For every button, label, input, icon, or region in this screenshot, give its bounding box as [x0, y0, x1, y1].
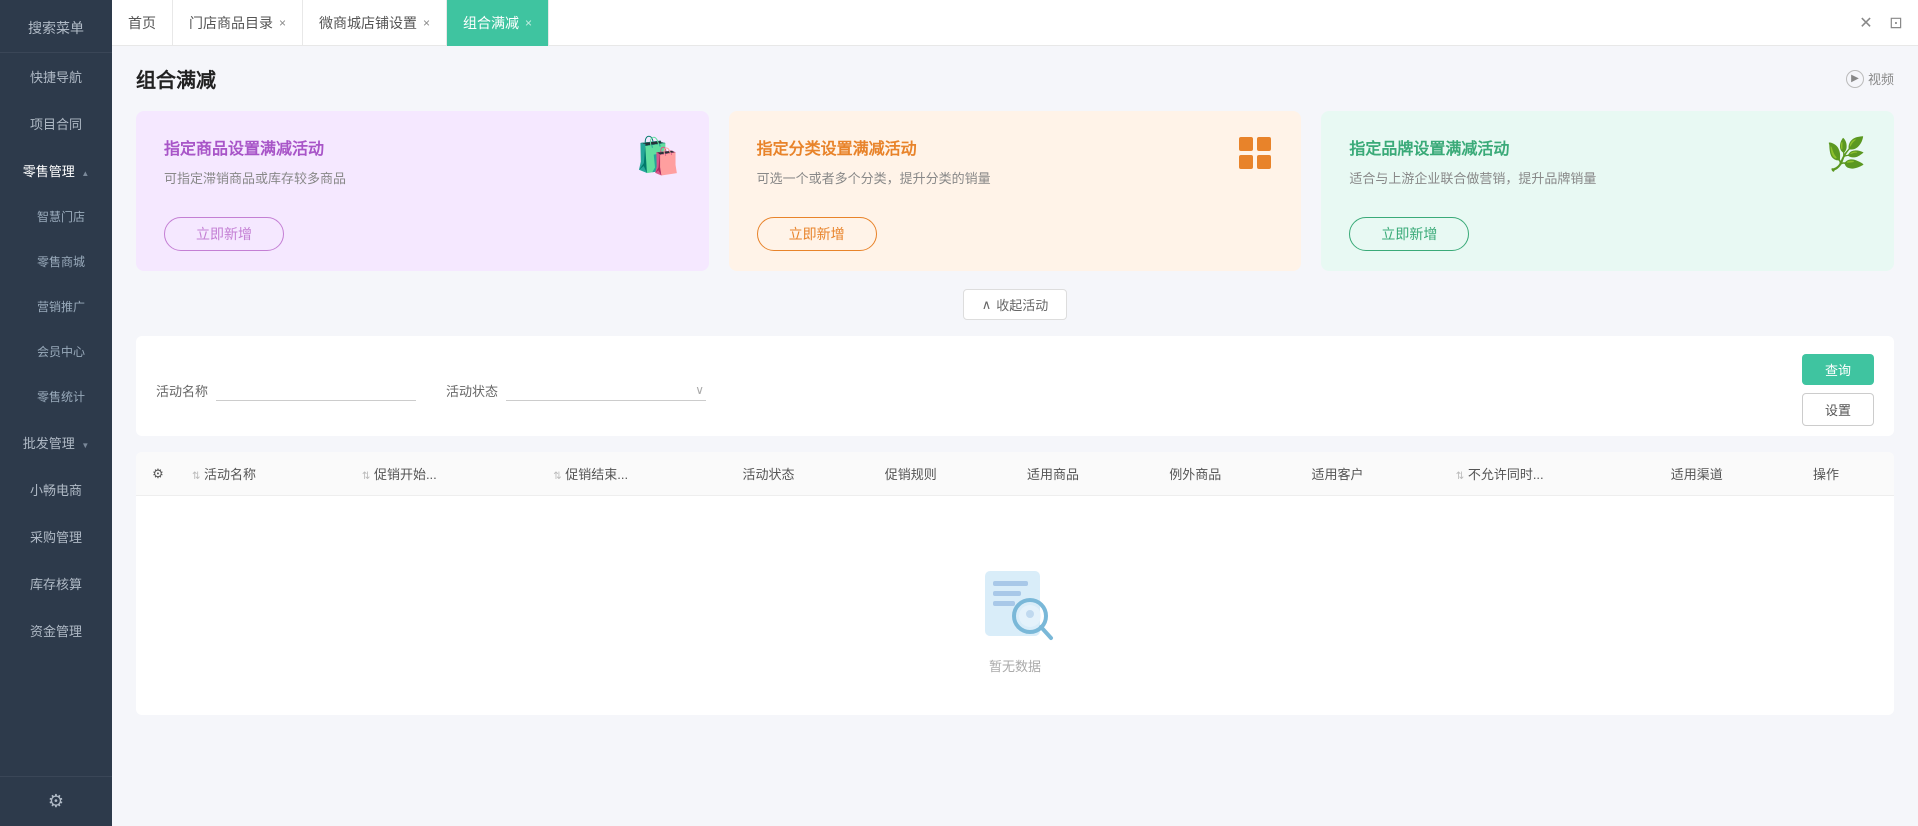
filter-buttons: 查询 设置 [1802, 354, 1874, 426]
sidebar-settings-btn[interactable]: ⚙ [0, 776, 112, 826]
sidebar-item-finance-mgmt[interactable]: 资金管理 [0, 607, 112, 654]
tab-home[interactable]: 首页 [112, 0, 173, 46]
card-goods-btn[interactable]: 立即新增 [164, 217, 284, 251]
settings-button[interactable]: 设置 [1802, 393, 1874, 426]
tab-close-wechat-store[interactable]: × [423, 16, 430, 30]
activity-name-input[interactable] [216, 379, 416, 401]
table-body: 暂无数据 [136, 496, 1894, 716]
card-brand-title: 指定品牌设置满减活动 [1349, 135, 1866, 159]
sidebar-item-retail-mall[interactable]: 零售商城 [0, 239, 112, 284]
window-close-icon[interactable]: ✕ [1856, 13, 1876, 33]
sort-icon: ⇅ [192, 471, 200, 482]
card-goods-title: 指定商品设置满减活动 [164, 135, 681, 159]
gear-icon: ⚙ [152, 466, 164, 481]
card-goods-icon: 🛍️ [636, 135, 681, 177]
th-applicable-channel: 适用渠道 [1661, 452, 1803, 496]
collapse-arrow-icon: ∧ [982, 297, 992, 313]
sidebar-item-xch-ecom[interactable]: 小畅电商 [0, 466, 112, 513]
card-brand: 指定品牌设置满减活动 🌿 适合与上游企业联合做营销，提升品牌销量 立即新增 [1321, 111, 1894, 271]
sidebar-item-wholesale-mgmt[interactable]: 批发管理 [0, 419, 112, 466]
th-exception-goods: 例外商品 [1159, 452, 1301, 496]
tab-bar-controls: ✕ ⊡ [1856, 13, 1918, 33]
th-name[interactable]: ⇅ 活动名称 [180, 452, 350, 496]
page-title: 组合满减 [136, 64, 216, 93]
tab-combo-discount[interactable]: 组合满减 × [447, 0, 549, 46]
empty-text: 暂无数据 [989, 656, 1041, 675]
filter-row: 活动名称 活动状态 ∨ 查询 设置 [136, 336, 1894, 436]
tab-close-combo-discount[interactable]: × [525, 16, 532, 30]
empty-state-row: 暂无数据 [136, 496, 1894, 716]
th-not-concurrent[interactable]: ⇅ 不允许同时... [1444, 452, 1661, 496]
page-header: 组合满减 ▶ 视频 [136, 64, 1894, 93]
card-category: 指定分类设置满减活动 可选一个或者多个分类，提升分类的销量 立即新增 [729, 111, 1302, 271]
play-icon: ▶ [1846, 70, 1864, 88]
data-table: ⚙ ⇅ 活动名称 ⇅ 促销开始... ⇅ 促销结束... [136, 452, 1894, 715]
th-applicable-customer: 适用客户 [1302, 452, 1444, 496]
th-gear[interactable]: ⚙ [136, 452, 180, 496]
empty-icon [965, 556, 1065, 656]
th-applicable-goods: 适用商品 [1017, 452, 1159, 496]
video-link[interactable]: ▶ 视频 [1846, 69, 1894, 88]
data-table-wrap: ⚙ ⇅ 活动名称 ⇅ 促销开始... ⇅ 促销结束... [136, 452, 1894, 715]
th-promo-rule: 促销规则 [875, 452, 1017, 496]
card-brand-desc: 适合与上游企业联合做营销，提升品牌销量 [1349, 169, 1866, 199]
card-category-desc: 可选一个或者多个分类，提升分类的销量 [757, 169, 1274, 199]
th-status: 活动状态 [733, 452, 875, 496]
sidebar-item-inventory[interactable]: 库存核算 [0, 560, 112, 607]
gear-icon: ⚙ [48, 791, 64, 811]
card-category-title: 指定分类设置满减活动 [757, 135, 1274, 159]
card-goods: 指定商品设置满减活动 🛍️ 可指定滞销商品或库存较多商品 立即新增 [136, 111, 709, 271]
sidebar-search[interactable]: 搜索菜单 [0, 0, 112, 53]
filter-activity-status: 活动状态 ∨ [446, 379, 706, 401]
collapse-btn[interactable]: ∧ 收起活动 [963, 289, 1068, 320]
card-goods-desc: 可指定滞销商品或库存较多商品 [164, 169, 681, 199]
th-promo-start[interactable]: ⇅ 促销开始... [350, 452, 541, 496]
tab-close-store-catalog[interactable]: × [279, 16, 286, 30]
collapse-row: ∧ 收起活动 [136, 289, 1894, 320]
page-content: 组合满减 ▶ 视频 指定商品设置满减活动 🛍️ 可指定滞销商品或库存较多商品 立… [112, 46, 1918, 826]
card-category-btn[interactable]: 立即新增 [757, 217, 877, 251]
main-area: 首页 门店商品目录 × 微商城店铺设置 × 组合满减 × ✕ ⊡ 组合满减 ▶ … [112, 0, 1918, 826]
sidebar-search-label: 搜索菜单 [28, 20, 84, 36]
sidebar-item-project-contract[interactable]: 项目合同 [0, 100, 112, 147]
sort-icon: ⇅ [362, 471, 370, 482]
sidebar-item-retail-stats[interactable]: 零售统计 [0, 374, 112, 419]
sidebar-item-quick-nav[interactable]: 快捷导航 [0, 53, 112, 100]
empty-state: 暂无数据 [136, 496, 1894, 715]
tab-wechat-store[interactable]: 微商城店铺设置 × [303, 0, 447, 46]
sidebar-item-smart-store[interactable]: 智慧门店 [0, 194, 112, 239]
tab-bar: 首页 门店商品目录 × 微商城店铺设置 × 组合满减 × ✕ ⊡ [112, 0, 1918, 46]
sort-icon: ⇅ [553, 471, 561, 482]
card-category-icon [1237, 135, 1273, 179]
sidebar: 搜索菜单 快捷导航 项目合同 零售管理 智慧门店 零售商城 营销推广 会员中心 … [0, 0, 112, 826]
sidebar-item-purchase-mgmt[interactable]: 采购管理 [0, 513, 112, 560]
card-brand-icon: 🌿 [1826, 135, 1866, 173]
cards-row: 指定商品设置满减活动 🛍️ 可指定滞销商品或库存较多商品 立即新增 指定分类设置… [136, 111, 1894, 271]
filter-activity-status-label: 活动状态 [446, 381, 498, 400]
sidebar-item-retail-mgmt[interactable]: 零售管理 [0, 147, 112, 194]
sidebar-item-member-center[interactable]: 会员中心 [0, 329, 112, 374]
card-brand-btn[interactable]: 立即新增 [1349, 217, 1469, 251]
activity-status-select[interactable] [506, 379, 706, 401]
table-header-row: ⚙ ⇅ 活动名称 ⇅ 促销开始... ⇅ 促销结束... [136, 452, 1894, 496]
filter-activity-name: 活动名称 [156, 379, 416, 401]
filter-activity-status-wrap: ∨ [506, 379, 706, 401]
window-resize-icon[interactable]: ⊡ [1886, 13, 1906, 33]
sort-icon: ⇅ [1456, 471, 1464, 482]
th-operation: 操作 [1803, 452, 1894, 496]
filter-activity-name-label: 活动名称 [156, 381, 208, 400]
th-promo-end[interactable]: ⇅ 促销结束... [541, 452, 732, 496]
query-button[interactable]: 查询 [1802, 354, 1874, 385]
tab-store-catalog[interactable]: 门店商品目录 × [173, 0, 303, 46]
sidebar-item-marketing[interactable]: 营销推广 [0, 284, 112, 329]
